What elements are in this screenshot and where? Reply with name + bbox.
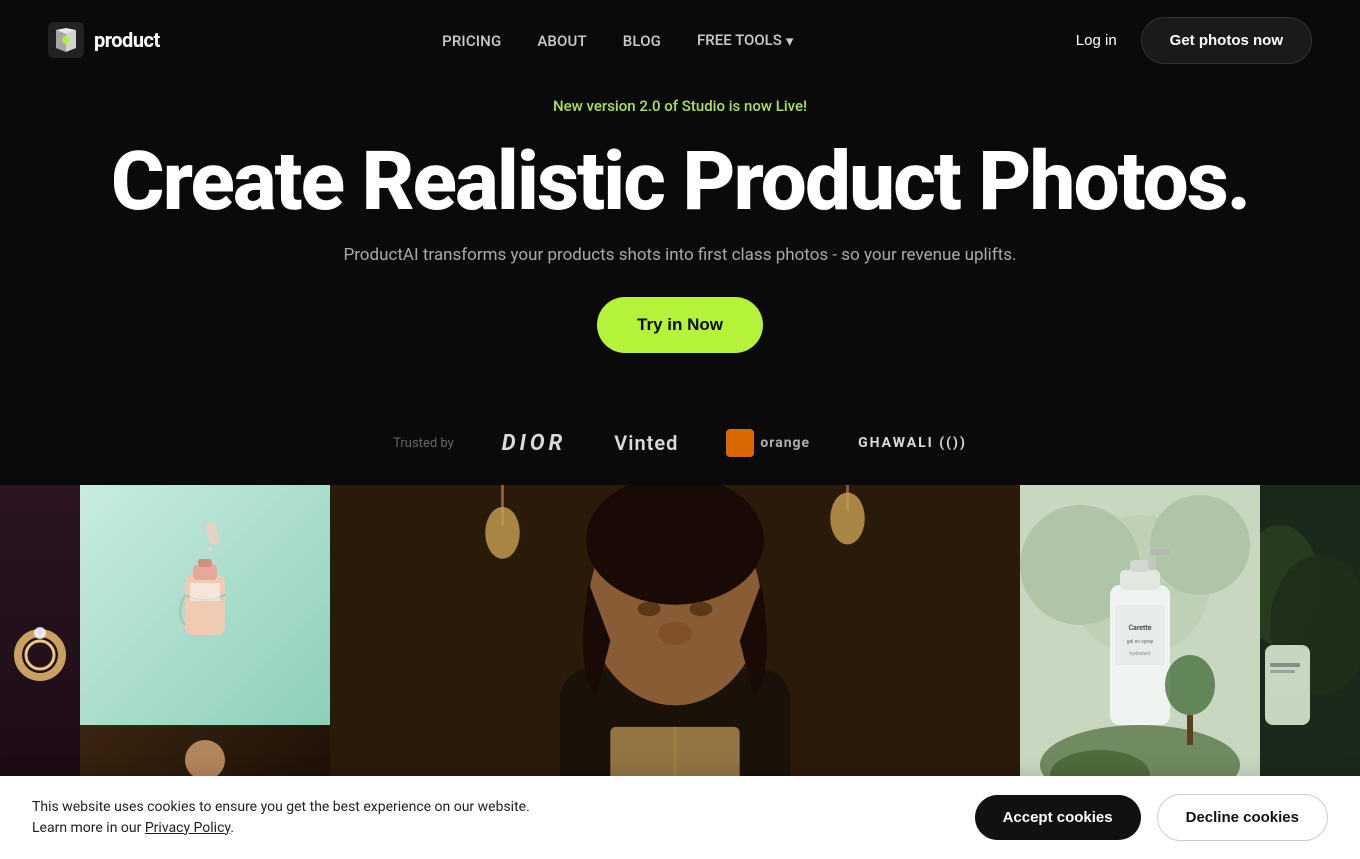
svg-text:hydratant: hydratant [1130,651,1151,657]
hero-section: New version 2.0 of Studio is now Live! C… [0,80,1360,393]
gallery-perfume-image [80,485,330,725]
nav-item-about[interactable]: ABOUT [537,31,586,50]
nav-item-blog[interactable]: BLOG [623,31,661,50]
gallery-spray-bottle-image: Carette gel en spray hydratant [1020,485,1260,825]
brand-ghawali: GHAWALI (()) [858,435,967,451]
trusted-label: Trusted by [393,436,454,451]
nav-links: PRICING ABOUT BLOG FREE TOOLS ▾ [442,31,793,50]
svg-text:gel en spray: gel en spray [1127,639,1154,645]
trusted-bar: Trusted by DIOR Vinted orange GHAWALI ((… [0,429,1360,457]
brand-vinted: Vinted [614,431,678,455]
portrait-icon [330,485,1020,825]
navigation: product PRICING ABOUT BLOG FREE TOOLS ▾ … [0,0,1360,80]
accept-cookies-button[interactable]: Accept cookies [975,795,1141,840]
brand-dior: DIOR [502,431,567,456]
get-photos-button[interactable]: Get photos now [1141,17,1312,64]
gallery: Carette gel en spray hydratant [0,485,1360,825]
logo[interactable]: product [48,22,160,58]
nav-item-free-tools[interactable]: FREE TOOLS ▾ [697,31,793,50]
hero-title: Create Realistic Product Photos. [48,139,1312,225]
cookie-banner: This website uses cookies to ensure you … [0,776,1360,859]
spray-bottle-icon: Carette gel en spray hydratant [1020,485,1260,825]
svg-text:Carette: Carette [1128,624,1151,632]
login-button[interactable]: Log in [1076,32,1117,49]
brand-orange: orange [726,429,810,457]
green-product-icon [1260,485,1360,825]
cookie-actions: Accept cookies Decline cookies [975,794,1328,841]
perfume-icon [155,515,255,695]
cookie-privacy-prefix: Learn more in our [32,820,141,836]
version-badge: New version 2.0 of Studio is now Live! [553,97,807,115]
gallery-col2 [80,485,330,825]
decline-cookies-button[interactable]: Decline cookies [1157,794,1328,841]
gallery-ring-image [0,485,80,825]
gallery-green-product-image [1260,485,1360,825]
try-now-button[interactable]: Try in Now [597,297,763,353]
chevron-down-icon: ▾ [786,32,794,50]
nav-item-pricing[interactable]: PRICING [442,31,501,50]
logo-icon [48,22,84,58]
logo-text: product [94,28,160,52]
orange-logo-square [726,429,754,457]
hero-subtitle: ProductAI transforms your products shots… [48,245,1312,265]
cookie-text: This website uses cookies to ensure you … [32,797,530,839]
gallery-portrait-image [330,485,1020,825]
cookie-privacy-link[interactable]: Privacy Policy [145,820,230,836]
ring-icon [5,555,75,755]
nav-right: Log in Get photos now [1076,17,1312,64]
